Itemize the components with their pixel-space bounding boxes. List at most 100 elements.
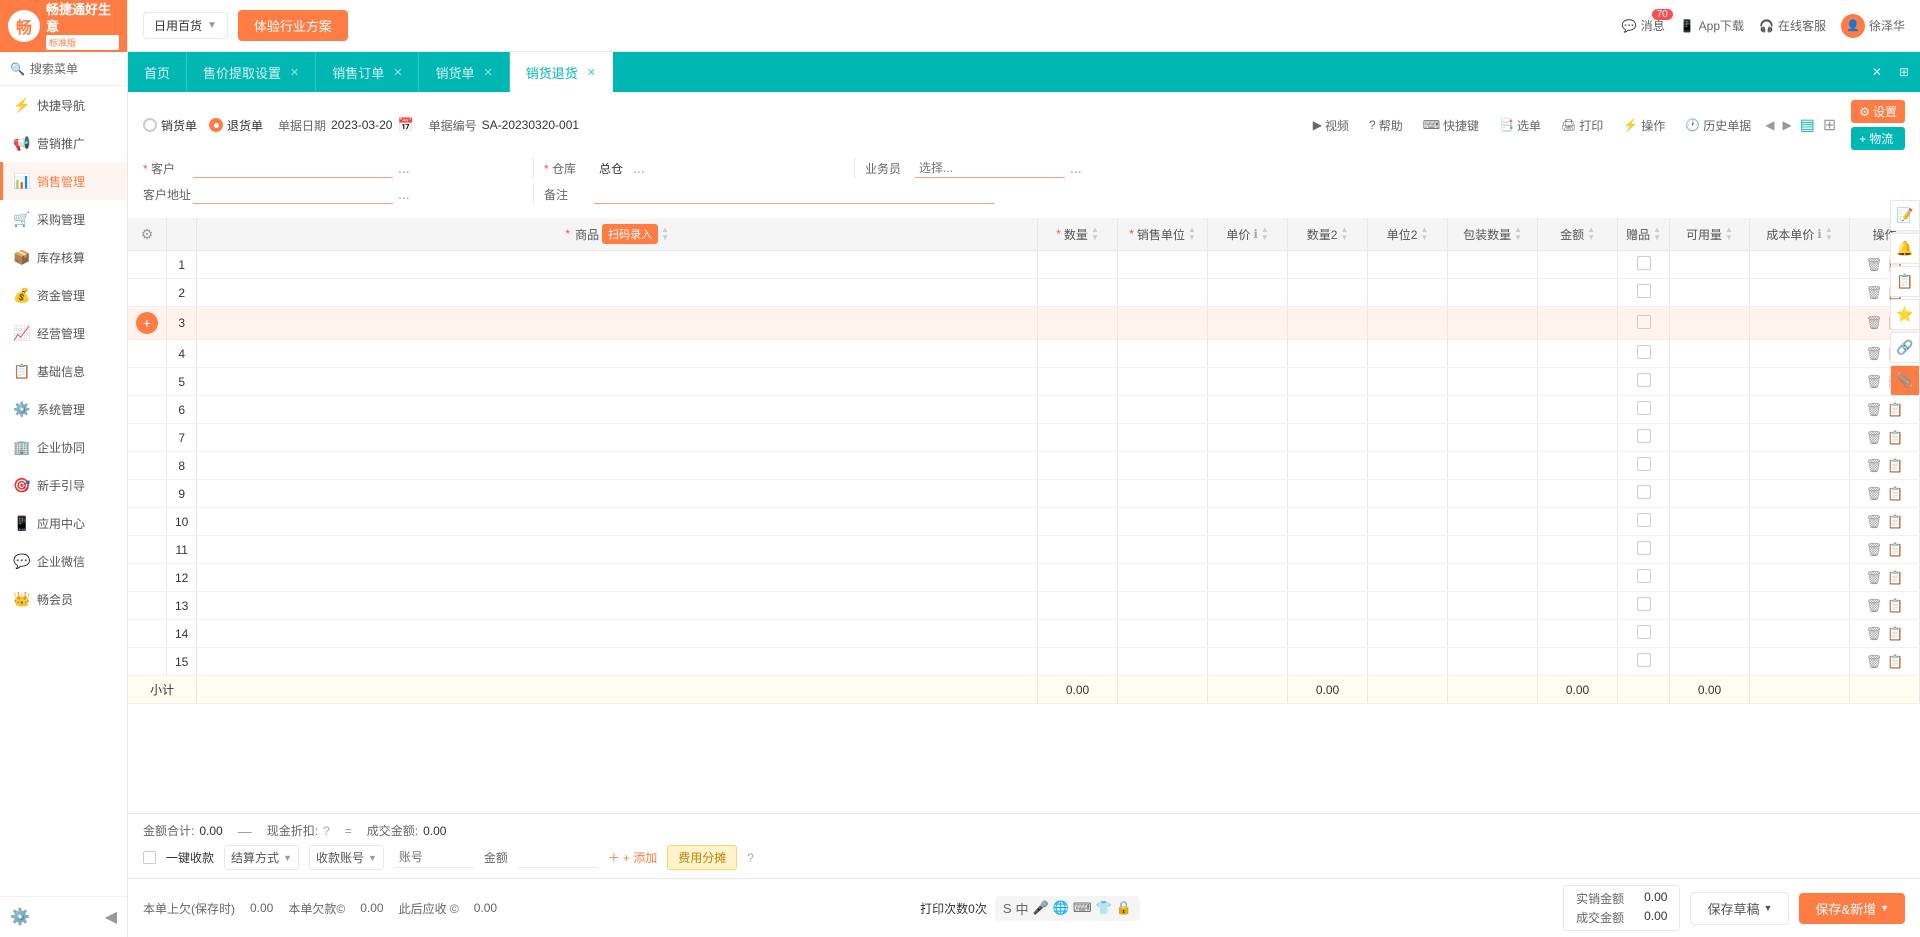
row-qty2-1[interactable] [1288, 251, 1368, 279]
app-download-btn[interactable]: 📱 App下载 [1680, 17, 1744, 34]
sidebar-item-member[interactable]: 👑 畅会员 [0, 580, 127, 618]
row-product-10[interactable] [197, 508, 1038, 536]
unit2-sort[interactable]: ▲ ▼ [1420, 226, 1428, 242]
footer-icon3[interactable]: 🎤 [1033, 900, 1049, 916]
online-service-btn[interactable]: 🎧 在线客服 [1759, 17, 1826, 34]
row-price-15[interactable] [1208, 648, 1288, 676]
delete-icon-5[interactable]: 🗑 [1866, 374, 1883, 390]
row-available-14[interactable] [1670, 620, 1750, 648]
sidebar-item-guide[interactable]: 🎯 新手引导 [0, 466, 127, 504]
right-panel-btn-5[interactable]: 🔗 [1890, 332, 1920, 363]
row-gift-9[interactable] [1618, 480, 1670, 508]
row-product-5[interactable] [197, 368, 1038, 396]
row-unit-8[interactable] [1118, 452, 1208, 480]
row-product-15[interactable] [197, 648, 1038, 676]
footer-icon6[interactable]: 👕 [1096, 900, 1112, 916]
row-package-5[interactable] [1448, 368, 1538, 396]
tab-sales-delivery[interactable]: 销货单 ✕ [419, 52, 509, 92]
collapse-icon[interactable]: ◀ [105, 907, 117, 927]
row-gift-5[interactable] [1618, 368, 1670, 396]
row-product-9[interactable] [197, 480, 1038, 508]
address-input[interactable] [193, 185, 393, 204]
row-cost-price-5[interactable] [1750, 368, 1850, 396]
row-qty-12[interactable] [1038, 564, 1118, 592]
row-unit-13[interactable] [1118, 592, 1208, 620]
address-dots[interactable]: ... [393, 186, 415, 202]
save-new-dropdown-icon[interactable]: ▼ [1880, 903, 1889, 913]
qty-sort[interactable]: ▲ ▼ [1091, 226, 1099, 242]
row-unit-7[interactable] [1118, 424, 1208, 452]
row-available-11[interactable] [1670, 536, 1750, 564]
row-package-9[interactable] [1448, 480, 1538, 508]
right-panel-btn-1[interactable]: 📝 [1890, 200, 1920, 231]
tab-price-setting-close[interactable]: ✕ [290, 66, 299, 79]
row-unit-15[interactable] [1118, 648, 1208, 676]
row-qty2-10[interactable] [1288, 508, 1368, 536]
row-product-12[interactable] [197, 564, 1038, 592]
row-unit2-15[interactable] [1368, 648, 1448, 676]
sidebar-item-sales[interactable]: 📊 销售管理 [0, 162, 127, 200]
tab-price-setting[interactable]: 售价提取设置 ✕ [187, 52, 316, 92]
gift-checkbox-6[interactable] [1637, 401, 1651, 415]
row-qty-14[interactable] [1038, 620, 1118, 648]
row-qty-9[interactable] [1038, 480, 1118, 508]
row-package-4[interactable] [1448, 340, 1538, 368]
footer-icon2[interactable]: 中 [1016, 899, 1029, 918]
price-tip-icon[interactable]: ℹ [1253, 227, 1258, 241]
row-unit2-6[interactable] [1368, 396, 1448, 424]
settings-icon[interactable]: ⚙️ [10, 907, 30, 927]
account-input[interactable] [394, 847, 474, 868]
gift-checkbox-15[interactable] [1637, 653, 1651, 667]
staff-dots[interactable]: ... [1065, 160, 1087, 176]
notes-input[interactable] [594, 185, 994, 204]
row-qty-4[interactable] [1038, 340, 1118, 368]
row-package-7[interactable] [1448, 424, 1538, 452]
sidebar-item-purchase[interactable]: 🛒 采购管理 [0, 200, 127, 238]
gift-checkbox-12[interactable] [1637, 569, 1651, 583]
experience-btn[interactable]: 体验行业方案 [238, 10, 348, 41]
qty2-sort[interactable]: ▲ ▼ [1340, 226, 1348, 242]
available-sort[interactable]: ▲ ▼ [1725, 226, 1733, 242]
row-qty2-7[interactable] [1288, 424, 1368, 452]
row-amount-7[interactable] [1538, 424, 1618, 452]
row-cost-price-13[interactable] [1750, 592, 1850, 620]
row-price-6[interactable] [1208, 396, 1288, 424]
account-select[interactable]: 收款账号 ▼ [309, 845, 384, 870]
row-price-1[interactable] [1208, 251, 1288, 279]
row-unit2-14[interactable] [1368, 620, 1448, 648]
row-gift-8[interactable] [1618, 452, 1670, 480]
row-available-8[interactable] [1670, 452, 1750, 480]
row-amount-11[interactable] [1538, 536, 1618, 564]
row-package-14[interactable] [1448, 620, 1538, 648]
row-unit-6[interactable] [1118, 396, 1208, 424]
gift-checkbox-10[interactable] [1637, 513, 1651, 527]
row-available-13[interactable] [1670, 592, 1750, 620]
sidebar-item-operation[interactable]: 📈 经营管理 [0, 314, 127, 352]
calc-method-select[interactable]: 结算方式 ▼ [224, 845, 299, 870]
sidebar-item-inventory[interactable]: 📦 库存核算 [0, 238, 127, 276]
footer-icon4[interactable]: 🌐 [1053, 900, 1069, 916]
row-package-1[interactable] [1448, 251, 1538, 279]
row-available-12[interactable] [1670, 564, 1750, 592]
row-qty-6[interactable] [1038, 396, 1118, 424]
expense-btn[interactable]: 费用分摊 [667, 845, 737, 870]
row-price-8[interactable] [1208, 452, 1288, 480]
sidebar-item-shortcuts[interactable]: ⚡ 快捷导航 [0, 86, 127, 124]
row-available-1[interactable] [1670, 251, 1750, 279]
payment-checkbox[interactable] [143, 851, 156, 864]
sidebar-item-system[interactable]: ⚙️ 系统管理 [0, 390, 127, 428]
sidebar-item-marketing[interactable]: 📢 营销推广 [0, 124, 127, 162]
row-unit-1[interactable] [1118, 251, 1208, 279]
calendar-icon[interactable]: 📅 [397, 117, 413, 133]
gift-checkbox-1[interactable] [1637, 256, 1651, 270]
row-cost-price-3[interactable] [1750, 307, 1850, 340]
row-qty-11[interactable] [1038, 536, 1118, 564]
row-unit-12[interactable] [1118, 564, 1208, 592]
row-product-6[interactable] [197, 396, 1038, 424]
row-unit-14[interactable] [1118, 620, 1208, 648]
row-price-14[interactable] [1208, 620, 1288, 648]
row-price-5[interactable] [1208, 368, 1288, 396]
right-panel-btn-2[interactable]: 🔔 [1890, 233, 1920, 264]
row-gift-11[interactable] [1618, 536, 1670, 564]
row-unit-5[interactable] [1118, 368, 1208, 396]
